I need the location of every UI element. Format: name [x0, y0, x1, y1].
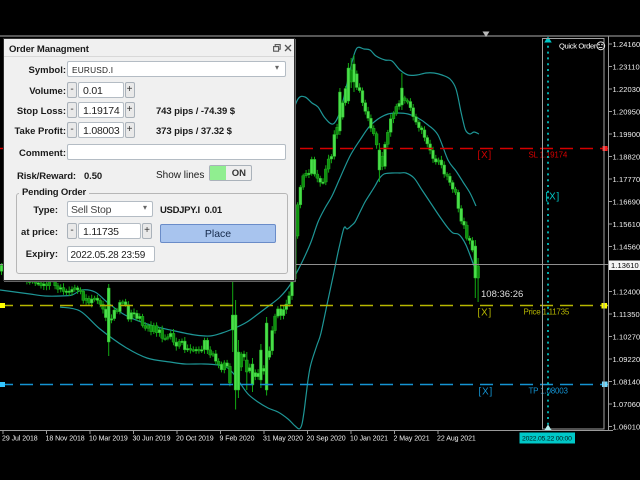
svg-text:1.13610: 1.13610	[611, 261, 639, 270]
svg-text:1.15610: 1.15610	[613, 220, 640, 229]
svg-text:1.19900: 1.19900	[613, 130, 640, 139]
svg-text:Price 1.11735: Price 1.11735	[524, 308, 570, 317]
svg-text:20 Oct 2019: 20 Oct 2019	[176, 436, 214, 443]
svg-text:1.16690: 1.16690	[613, 198, 640, 207]
svg-text:[X]: [X]	[478, 308, 493, 319]
svg-text:108:36:26: 108:36:26	[481, 289, 523, 300]
svg-text:31 May 2020: 31 May 2020	[263, 436, 303, 443]
svg-text:1.17770: 1.17770	[613, 175, 640, 184]
svg-text:1.11350: 1.11350	[613, 310, 640, 319]
svg-text:1.08140: 1.08140	[613, 378, 640, 387]
svg-text:[X]: [X]	[546, 192, 561, 203]
svg-text:1.14560: 1.14560	[613, 243, 640, 252]
svg-text:1.20950: 1.20950	[613, 108, 640, 117]
svg-text:1.09220: 1.09220	[613, 355, 640, 364]
svg-text:10 Mar 2019: 10 Mar 2019	[89, 436, 128, 443]
svg-text:1.23110: 1.23110	[613, 63, 640, 72]
svg-text:1.12400: 1.12400	[613, 288, 640, 297]
svg-text:[X]: [X]	[478, 150, 493, 161]
svg-text:18 Nov 2018: 18 Nov 2018	[46, 436, 85, 443]
svg-text:1.10270: 1.10270	[613, 333, 640, 342]
svg-text:29 Jul 2018: 29 Jul 2018	[2, 436, 38, 443]
svg-text:1.07060: 1.07060	[613, 400, 640, 409]
svg-text:1.18820: 1.18820	[613, 153, 640, 162]
svg-text:22 Aug 2021: 22 Aug 2021	[437, 436, 476, 443]
svg-text:30 Jun 2019: 30 Jun 2019	[133, 436, 171, 443]
svg-text:2022.05.22 00:00: 2022.05.22 00:00	[522, 436, 572, 443]
svg-text:Quick Order: Quick Order	[559, 42, 597, 51]
svg-text:1.22030: 1.22030	[613, 85, 640, 94]
svg-text:1.06010: 1.06010	[613, 423, 640, 432]
svg-text:2 May 2021: 2 May 2021	[394, 436, 430, 443]
svg-text:20 Sep 2020: 20 Sep 2020	[307, 436, 346, 443]
svg-text:1.24160: 1.24160	[613, 40, 640, 49]
svg-text:9 Feb 2020: 9 Feb 2020	[220, 436, 255, 443]
svg-text:10 Jan 2021: 10 Jan 2021	[350, 436, 388, 443]
svg-text:[X]: [X]	[479, 387, 494, 398]
